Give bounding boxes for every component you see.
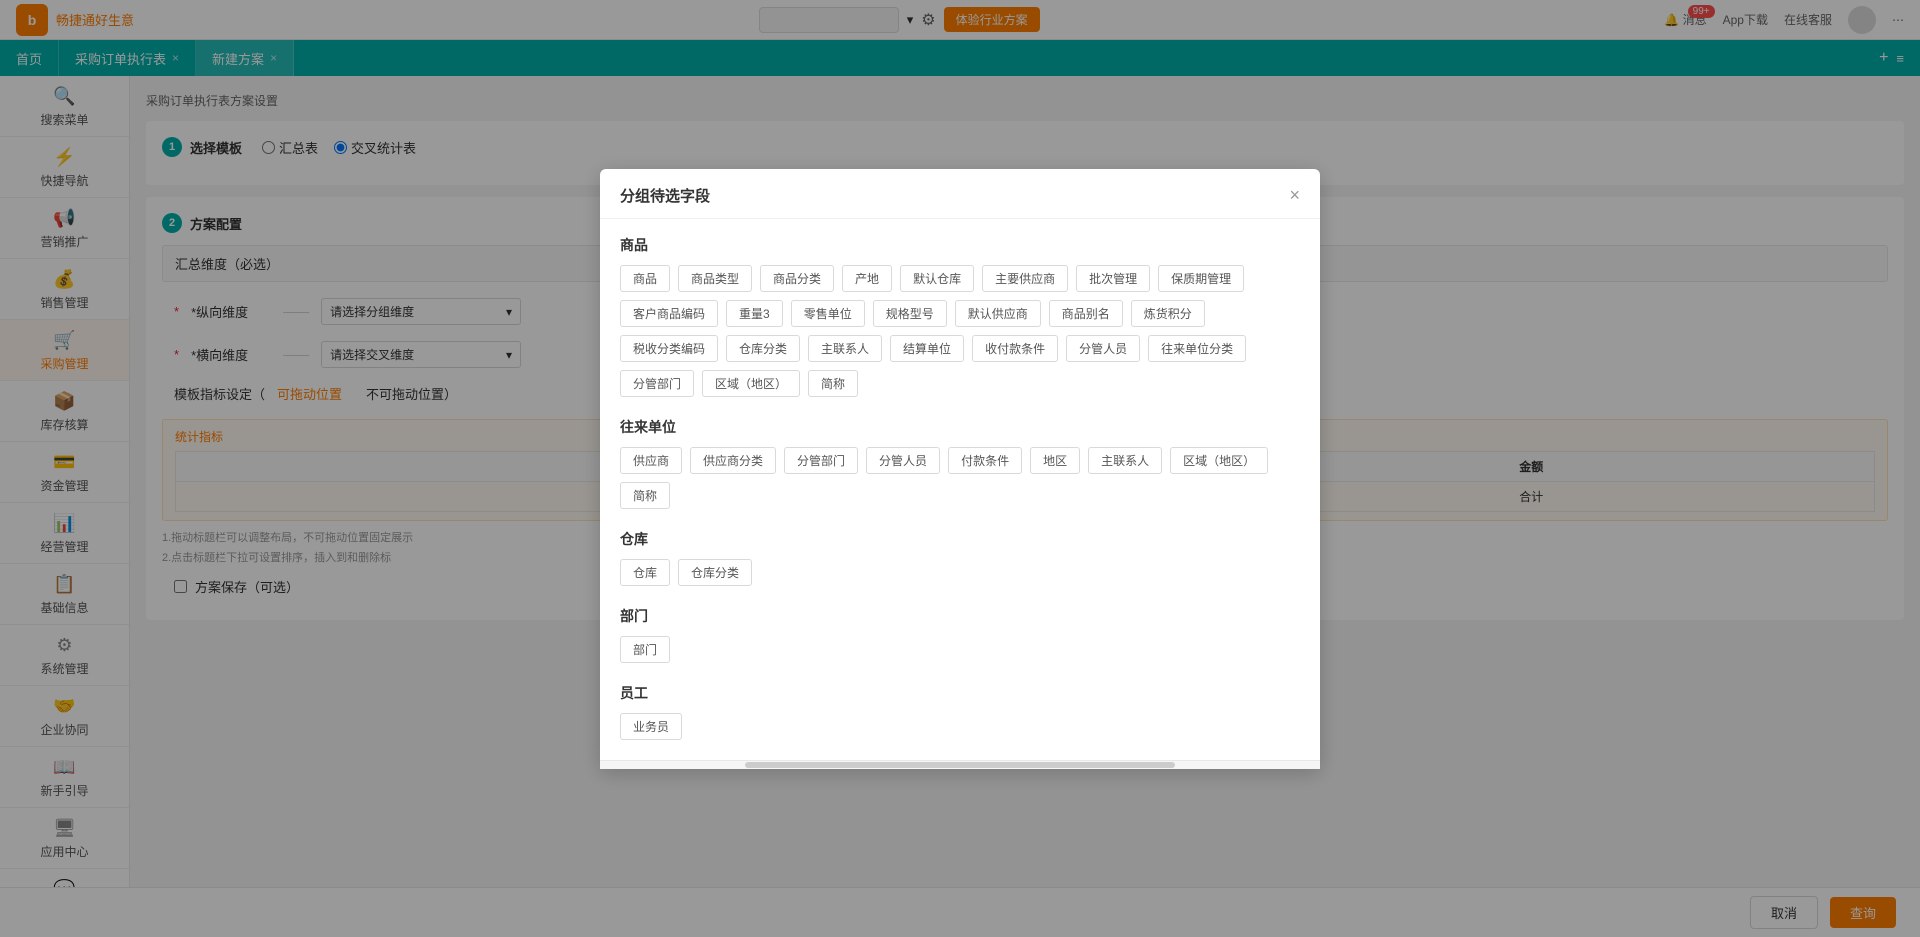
field-tag-supervisor[interactable]: 分管人员 [1066,335,1140,362]
section-counterpart: 往来单位 供应商 供应商分类 分管部门 分管人员 付款条件 地区 主联系人 区域… [620,417,1300,509]
section-goods-title: 商品 [620,235,1300,255]
modal-title: 分组待选字段 [620,185,710,206]
field-tag-supplier-category[interactable]: 供应商分类 [690,447,776,474]
field-tag-tax-code[interactable]: 税收分类编码 [620,335,718,362]
field-tag-abbr[interactable]: 简称 [808,370,858,397]
field-tag-default-supplier[interactable]: 默认供应商 [955,300,1041,327]
field-tag-goods-alias[interactable]: 商品别名 [1049,300,1123,327]
field-tag-refine-points[interactable]: 炼货积分 [1131,300,1205,327]
field-tag-payment-terms[interactable]: 收付款条件 [972,335,1058,362]
field-tag-main-contact[interactable]: 主联系人 [808,335,882,362]
field-tag-warehouse-cat[interactable]: 仓库分类 [678,559,752,586]
field-tag-main-supplier[interactable]: 主要供应商 [982,265,1068,292]
field-tag-region[interactable]: 区域（地区） [702,370,800,397]
field-tag-retail-unit[interactable]: 零售单位 [791,300,865,327]
field-tag-warehouse-category[interactable]: 仓库分类 [726,335,800,362]
field-tag-warehouse[interactable]: 仓库 [620,559,670,586]
field-tag-spec-model[interactable]: 规格型号 [873,300,947,327]
field-tag-goods-type[interactable]: 商品类型 [678,265,752,292]
field-tag-supplier[interactable]: 供应商 [620,447,682,474]
modal-close-button[interactable]: × [1289,185,1300,206]
field-tag-counterpart-supervisor[interactable]: 分管人员 [866,447,940,474]
field-tag-payment-cond[interactable]: 付款条件 [948,447,1022,474]
section-warehouse-tags: 仓库 仓库分类 [620,559,1300,586]
section-department-tags: 部门 [620,636,1300,663]
field-tag-default-warehouse[interactable]: 默认仓库 [900,265,974,292]
section-warehouse: 仓库 仓库 仓库分类 [620,529,1300,586]
field-tag-dept[interactable]: 分管部门 [620,370,694,397]
section-employee-title: 员工 [620,683,1300,703]
section-counterpart-title: 往来单位 [620,417,1300,437]
field-tag-goods[interactable]: 商品 [620,265,670,292]
field-tag-counterpart-dept[interactable]: 分管部门 [784,447,858,474]
section-department-title: 部门 [620,606,1300,626]
field-tag-goods-category[interactable]: 商品分类 [760,265,834,292]
section-employee: 员工 业务员 [620,683,1300,740]
hscrollbar-thumb[interactable] [745,762,1175,768]
field-tag-customer-code[interactable]: 客户商品编码 [620,300,718,327]
modal-overlay[interactable]: 分组待选字段 × 商品 商品 商品类型 商品分类 产地 默认仓库 主要供应商 批… [0,0,1920,937]
field-tag-origin[interactable]: 产地 [842,265,892,292]
modal-body: 商品 商品 商品类型 商品分类 产地 默认仓库 主要供应商 批次管理 保质期管理… [600,219,1320,761]
field-tag-area[interactable]: 地区 [1030,447,1080,474]
field-tag-weight3[interactable]: 重量3 [726,300,783,327]
field-select-modal: 分组待选字段 × 商品 商品 商品类型 商品分类 产地 默认仓库 主要供应商 批… [600,169,1320,769]
field-tag-main-contact2[interactable]: 主联系人 [1088,447,1162,474]
section-department: 部门 部门 [620,606,1300,663]
field-tag-expiry-mgmt[interactable]: 保质期管理 [1158,265,1244,292]
section-warehouse-title: 仓库 [620,529,1300,549]
field-tag-region2[interactable]: 区域（地区） [1170,447,1268,474]
modal-header: 分组待选字段 × [600,169,1320,219]
field-tag-salesperson[interactable]: 业务员 [620,713,682,740]
field-tag-settlement-unit[interactable]: 结算单位 [890,335,964,362]
modal-hscrollbar [600,760,1320,768]
field-tag-batch-mgmt[interactable]: 批次管理 [1076,265,1150,292]
section-employee-tags: 业务员 [620,713,1300,740]
field-tag-abbr2[interactable]: 简称 [620,482,670,509]
field-tag-department[interactable]: 部门 [620,636,670,663]
section-goods: 商品 商品 商品类型 商品分类 产地 默认仓库 主要供应商 批次管理 保质期管理… [620,235,1300,397]
field-tag-counterpart-category[interactable]: 往来单位分类 [1148,335,1246,362]
section-counterpart-tags: 供应商 供应商分类 分管部门 分管人员 付款条件 地区 主联系人 区域（地区） … [620,447,1300,509]
section-goods-tags: 商品 商品类型 商品分类 产地 默认仓库 主要供应商 批次管理 保质期管理 客户… [620,265,1300,397]
